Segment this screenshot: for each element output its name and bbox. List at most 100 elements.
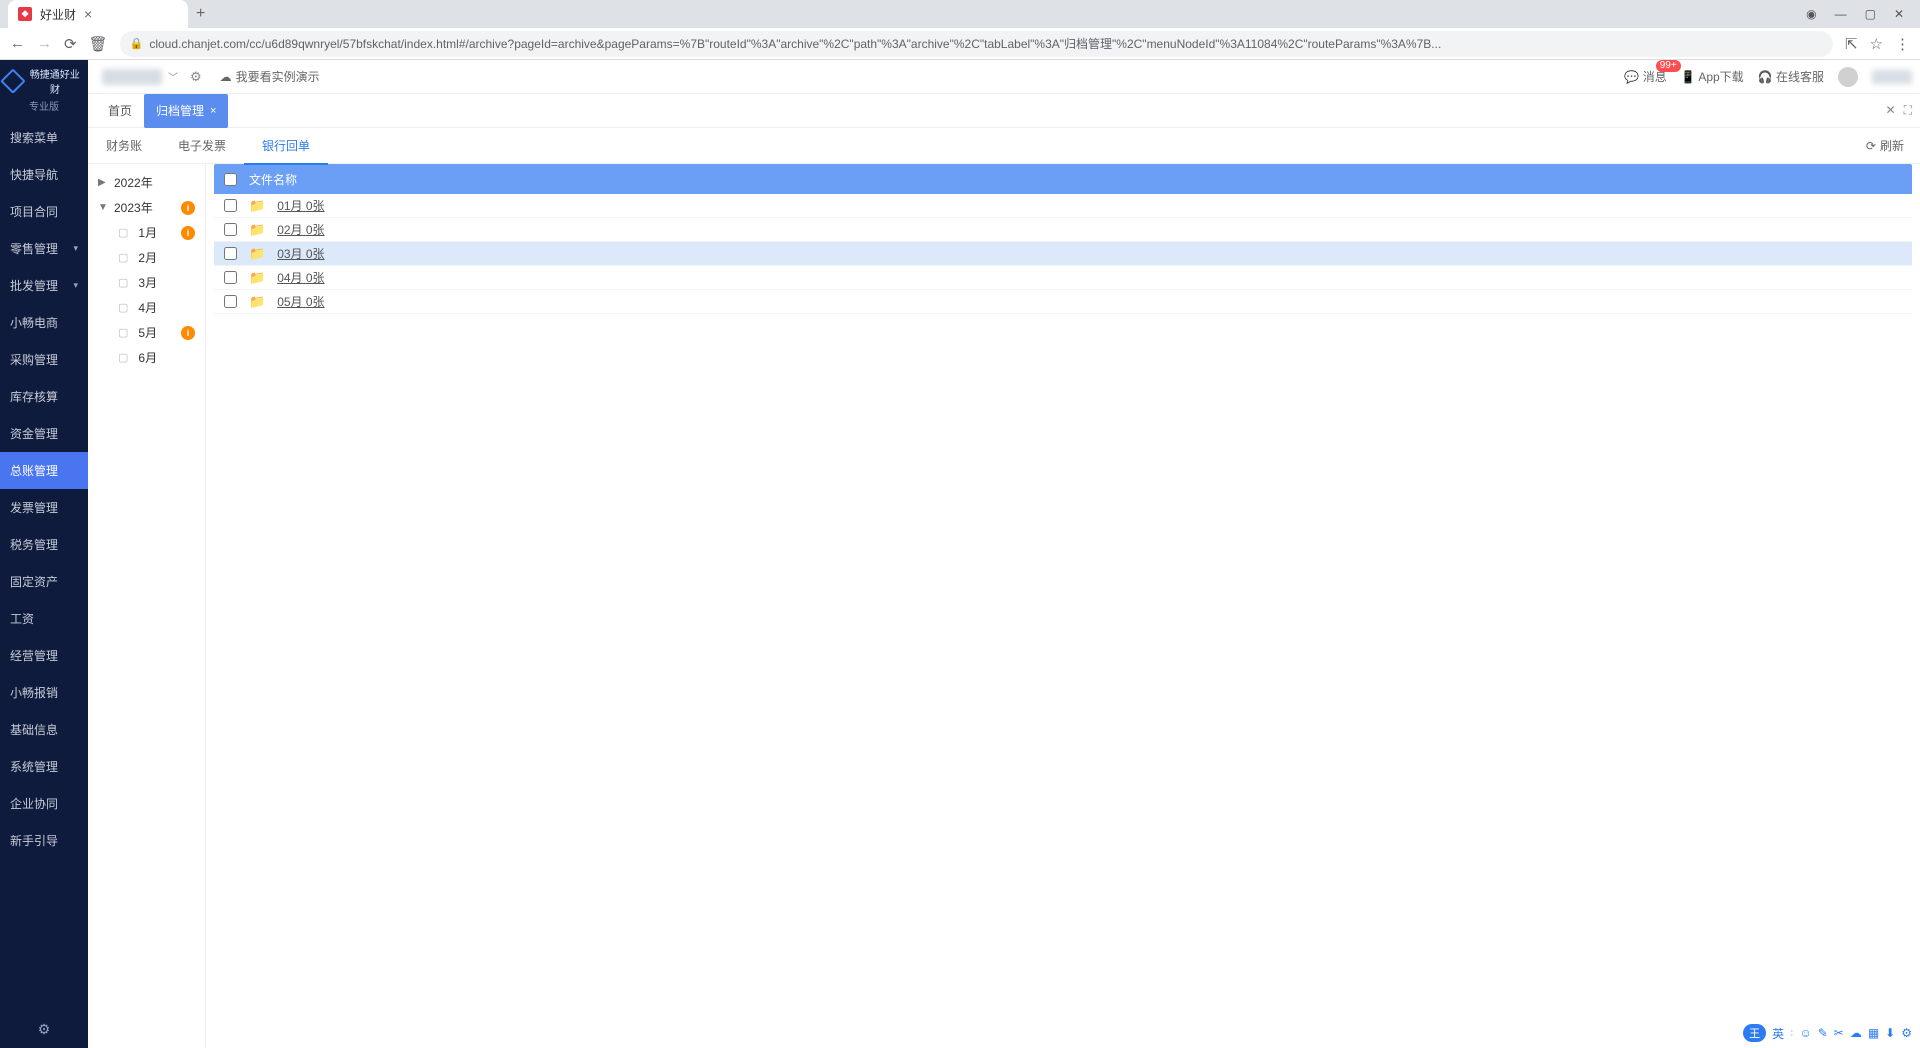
sidebar-item-1[interactable]: 快捷导航 <box>0 156 88 193</box>
tree-month-2[interactable]: ▢2月 <box>88 245 205 270</box>
file-name-link[interactable]: 02月 0张 <box>277 221 324 238</box>
sidebar-item-4[interactable]: 批发管理▾ <box>0 267 88 304</box>
tray-image-icon[interactable]: ▦ <box>1868 1026 1879 1040</box>
sidebar-item-15[interactable]: 小畅报销 <box>0 674 88 711</box>
row-checkbox[interactable] <box>224 247 237 260</box>
tab-title: 好业财 <box>40 6 76 23</box>
tray-edit-icon[interactable]: ✎ <box>1818 1026 1828 1040</box>
avatar[interactable] <box>1838 67 1858 87</box>
sidebar-item-14[interactable]: 经营管理 <box>0 637 88 674</box>
tray-sep: ꞉ <box>1790 1026 1793 1040</box>
sidebar-item-8[interactable]: 资金管理 <box>0 415 88 452</box>
sidebar-item-6[interactable]: 采购管理 <box>0 341 88 378</box>
subtab-einvoice[interactable]: 电子发票 <box>160 128 244 164</box>
subtab-finance[interactable]: 财务账 <box>88 128 160 164</box>
table-row[interactable]: 📁05月 0张 <box>214 290 1912 314</box>
tab-close-icon[interactable]: × <box>210 105 216 117</box>
sidebar-item-11[interactable]: 税务管理 <box>0 526 88 563</box>
file-name-link[interactable]: 04月 0张 <box>277 269 324 286</box>
messages-button[interactable]: 💬 消息 99+ <box>1624 68 1666 85</box>
row-checkbox[interactable] <box>224 271 237 284</box>
folder-outline-icon: ▢ <box>118 276 128 289</box>
table-header: 文件名称 <box>214 164 1912 194</box>
sidebar-item-label: 小畅电商 <box>10 314 58 331</box>
refresh-button[interactable]: ⟳ 刷新 <box>1866 137 1904 154</box>
new-tab-button[interactable]: + <box>196 5 205 23</box>
sidebar-item-10[interactable]: 发票管理 <box>0 489 88 526</box>
tray-download-icon[interactable]: ⬇ <box>1885 1026 1895 1040</box>
bookmark-icon[interactable]: ☆ <box>1870 35 1883 53</box>
demo-link[interactable]: ☁ 我要看实例演示 <box>220 68 320 85</box>
sidebar-item-2[interactable]: 项目合同 <box>0 193 88 230</box>
message-icon: 💬 <box>1624 70 1639 84</box>
column-filename: 文件名称 <box>249 171 297 188</box>
delete-icon[interactable]: 🗑 <box>89 35 108 53</box>
row-checkbox[interactable] <box>224 295 237 308</box>
sidebar-item-label: 税务管理 <box>10 536 58 553</box>
account-icon[interactable]: ◉ <box>1806 7 1816 21</box>
sidebar-item-0[interactable]: 搜索菜单 <box>0 119 88 156</box>
org-selector[interactable]: ﹀ <box>96 69 184 85</box>
messages-badge: 99+ <box>1656 60 1681 72</box>
select-all-checkbox[interactable] <box>224 173 237 186</box>
sidebar-item-12[interactable]: 固定资产 <box>0 563 88 600</box>
sidebar-item-9[interactable]: 总账管理 <box>0 452 88 489</box>
online-service-button[interactable]: 🎧 在线客服 <box>1758 68 1824 85</box>
file-name-link[interactable]: 03月 0张 <box>277 245 324 262</box>
sidebar-item-16[interactable]: 基础信息 <box>0 711 88 748</box>
fullscreen-icon[interactable]: ⛶ <box>1904 103 1912 118</box>
tree-month-label: 1月 <box>138 224 175 241</box>
tab-close-icon[interactable]: × <box>84 6 92 22</box>
row-checkbox[interactable] <box>224 223 237 236</box>
file-name-link[interactable]: 05月 0张 <box>277 293 324 310</box>
table-row[interactable]: 📁03月 0张 <box>214 242 1912 266</box>
table-row[interactable]: 📁04月 0张 <box>214 266 1912 290</box>
tree-month-1[interactable]: ▢1月i <box>88 220 205 245</box>
minimize-icon[interactable]: — <box>1835 7 1847 21</box>
row-checkbox[interactable] <box>224 199 237 212</box>
table-row[interactable]: 📁01月 0张 <box>214 194 1912 218</box>
url-field[interactable]: 🔒 cloud.chanjet.com/cc/u6d89qwnryel/57bf… <box>120 31 1833 57</box>
tree-year-2023[interactable]: ▼ 2023年 i <box>88 195 205 220</box>
sidebar-item-3[interactable]: 零售管理▾ <box>0 230 88 267</box>
close-window-icon[interactable]: ✕ <box>1894 7 1904 21</box>
tray-gear-icon[interactable]: ⚙ <box>1901 1026 1912 1040</box>
app-download-button[interactable]: 📱 App下载 <box>1681 68 1744 85</box>
tab-home[interactable]: 首页 <box>96 94 144 128</box>
tray-cloud-icon[interactable]: ☁ <box>1850 1026 1862 1040</box>
tree-month-3[interactable]: ▢3月 <box>88 270 205 295</box>
install-app-icon[interactable]: ⇱ <box>1845 35 1858 53</box>
maximize-icon[interactable]: ▢ <box>1865 7 1876 21</box>
table-row[interactable]: 📁02月 0张 <box>214 218 1912 242</box>
sidebar-settings-icon[interactable]: ⚙ <box>0 1011 88 1048</box>
tree-year-2022[interactable]: ▶ 2022年 <box>88 170 205 195</box>
subtab-bankreceipt[interactable]: 银行回单 <box>244 128 328 164</box>
file-name-link[interactable]: 01月 0张 <box>277 197 324 214</box>
tab-archive[interactable]: 归档管理 × <box>144 94 228 128</box>
sidebar-item-7[interactable]: 库存核算 <box>0 378 88 415</box>
sidebar-item-18[interactable]: 企业协同 <box>0 785 88 822</box>
tray-smile-icon[interactable]: ☺ <box>1799 1026 1811 1040</box>
tray-scissors-icon[interactable]: ✂ <box>1834 1026 1844 1040</box>
reload-button[interactable]: ⟳ <box>64 35 77 53</box>
sidebar-item-13[interactable]: 工资 <box>0 600 88 637</box>
sidebar-item-17[interactable]: 系统管理 <box>0 748 88 785</box>
tree-month-4[interactable]: ▢4月 <box>88 295 205 320</box>
back-button[interactable]: ← <box>10 35 25 52</box>
tree-month-6[interactable]: ▢6月 <box>88 345 205 370</box>
forward-button[interactable]: → <box>37 35 52 52</box>
ime-pill[interactable]: 王 <box>1743 1024 1766 1042</box>
kebab-menu-icon[interactable]: ⋮ <box>1895 35 1910 53</box>
sidebar-item-label: 固定资产 <box>10 573 58 590</box>
file-list: 文件名称 📁01月 0张📁02月 0张📁03月 0张📁04月 0张📁05月 0张 <box>206 164 1920 1048</box>
close-all-tabs-icon[interactable]: ✕ <box>1886 103 1896 118</box>
headset-icon: 🎧 <box>1758 70 1773 84</box>
browser-tab[interactable]: ❖ 好业财 × <box>8 0 188 28</box>
sidebar-item-19[interactable]: 新手引导 <box>0 822 88 859</box>
tree-month-label: 4月 <box>138 299 195 316</box>
tree-month-5[interactable]: ▢5月i <box>88 320 205 345</box>
org-settings-icon[interactable]: ⚙ <box>190 69 202 85</box>
sidebar-item-5[interactable]: 小畅电商 <box>0 304 88 341</box>
ime-lang[interactable]: 英 <box>1772 1025 1784 1042</box>
logo-brand: 畅捷通好业财 <box>26 66 84 96</box>
